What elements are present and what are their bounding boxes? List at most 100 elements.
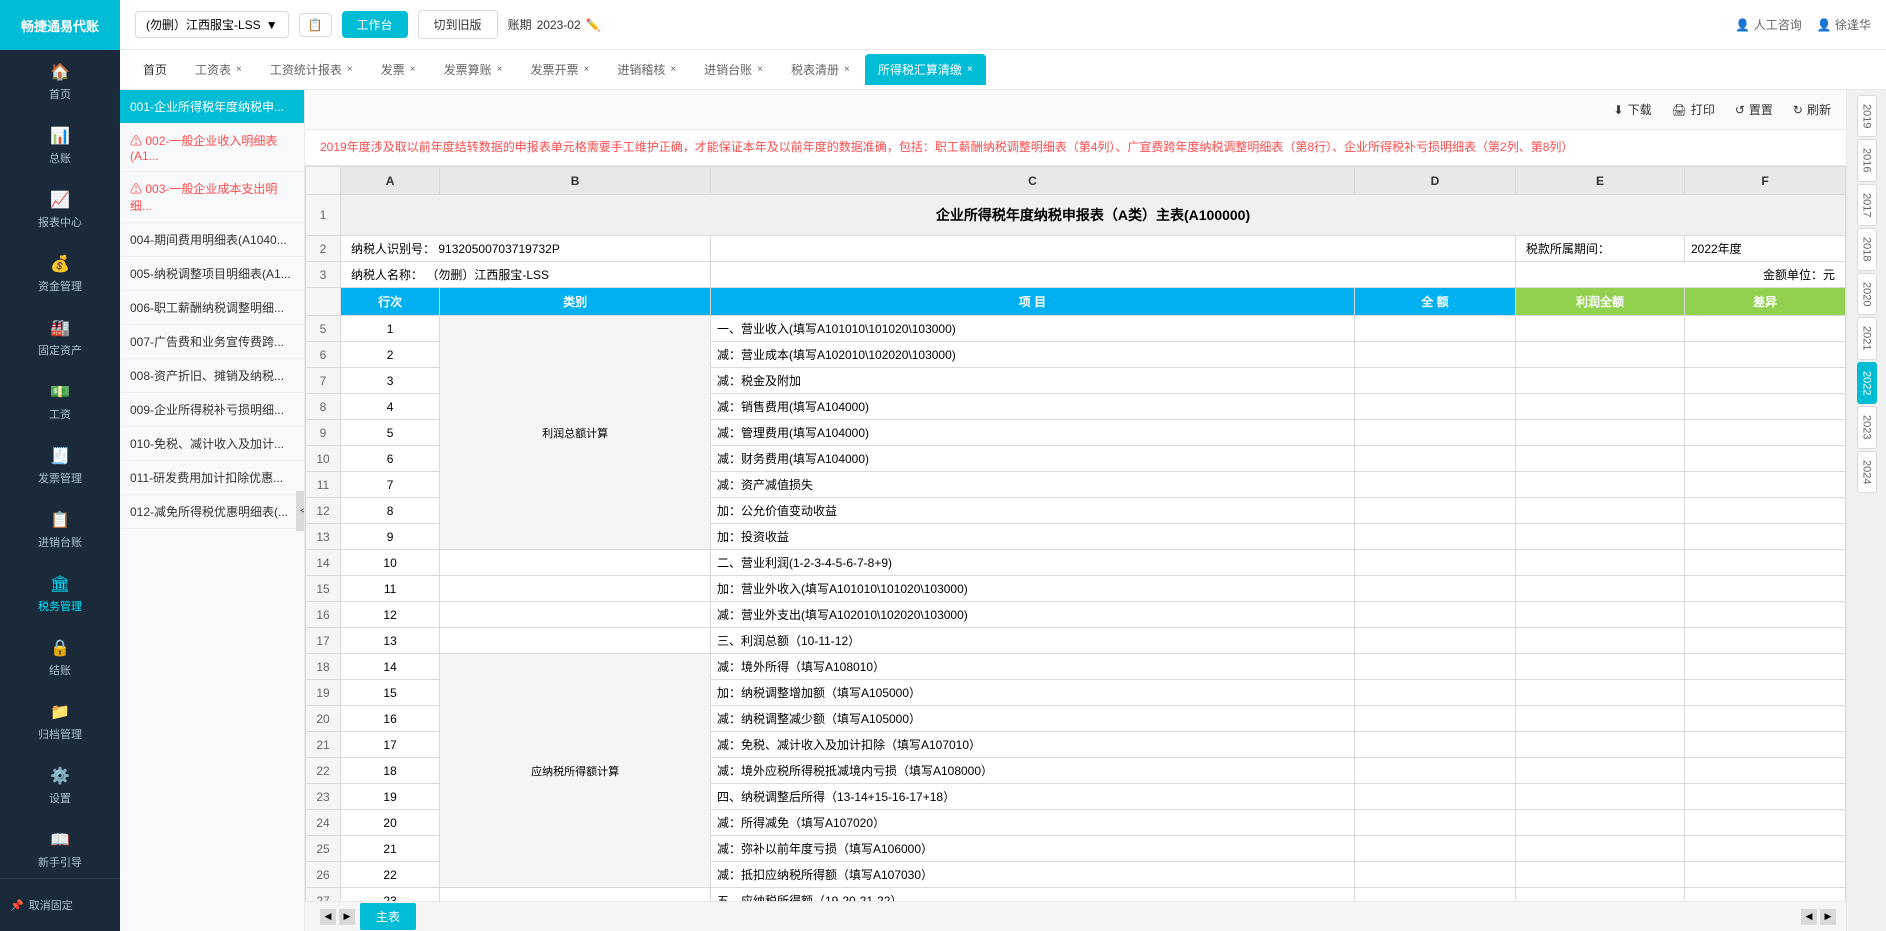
tab-close-active-icon[interactable]: × <box>967 64 973 75</box>
scroll-right-button[interactable]: ▶ <box>1820 909 1836 925</box>
tab-purchase-check[interactable]: 进销稽核 × <box>604 54 689 85</box>
error-icon: ⚠ <box>130 134 145 148</box>
sidebar-nav: 🏠 首页 📊 总账 📈 报表中心 💰 资金管理 🏭 固定资产 💵 工资 <box>0 50 120 878</box>
copy-button[interactable]: 📋 <box>299 13 332 37</box>
table-row: 14 10 二、营业利润(1-2-3-4-5-6-7-8+9) <box>306 550 1846 576</box>
col-header-c: C <box>710 167 1354 195</box>
table-row: 16 12 减：营业外支出(填写A102010\102020\103000) <box>306 602 1846 628</box>
sidebar-item-purchase[interactable]: 📋 进销台账 <box>0 498 120 562</box>
customer-service-button[interactable]: 👤 人工咨询 <box>1735 16 1801 33</box>
left-panel-item-label: 005-纳税调整项目明细表(A1... <box>130 267 291 281</box>
sidebar-item-tax[interactable]: 🏛 税务管理 <box>0 562 120 626</box>
tab-close-icon[interactable]: × <box>583 64 589 75</box>
tab-home-label: 首页 <box>143 61 167 78</box>
left-panel-item-004[interactable]: 004-期间费用明细表(A1040... <box>120 223 304 257</box>
refresh-icon: ↻ <box>1793 103 1803 117</box>
left-panel-item-002[interactable]: ⚠ 002-一般企业收入明细表(A1... <box>120 124 304 172</box>
year-2017[interactable]: 2017 <box>1857 184 1877 226</box>
tab-salary[interactable]: 工资表 × <box>182 54 255 85</box>
unpin-button[interactable]: 📌 取消固定 <box>5 889 115 921</box>
tab-salary-stat[interactable]: 工资统计报表 × <box>257 54 366 85</box>
left-panel-item-006[interactable]: 006-职工薪酬纳税调整明细... <box>120 291 304 325</box>
prev-sheet-button[interactable]: ◀ <box>320 909 336 925</box>
report-icon: 📈 <box>50 190 70 210</box>
left-panel-item-001[interactable]: 001-企业所得税年度纳税申... <box>120 90 304 124</box>
sidebar-item-guide[interactable]: 📖 新手引导 <box>0 818 120 878</box>
tab-close-icon[interactable]: × <box>497 64 503 75</box>
fund-icon: 💰 <box>50 254 70 274</box>
table-row: 15 11 加：营业外收入(填写A101010\101020\103000) <box>306 576 1846 602</box>
header-xiangmu: 项 目 <box>710 288 1354 316</box>
print-label: 打印 <box>1691 101 1715 118</box>
tab-invoice-calc[interactable]: 发票算账 × <box>431 54 516 85</box>
year-2018[interactable]: 2018 <box>1857 228 1877 270</box>
tab-salary-label: 工资表 <box>195 61 231 78</box>
switch-version-button[interactable]: 切到旧版 <box>418 10 498 39</box>
tab-invoice[interactable]: 发票 × <box>368 54 429 85</box>
company-selector[interactable]: (勿删）江西服宝-LSS ▼ <box>135 11 289 38</box>
refresh-button[interactable]: ↻ 刷新 <box>1793 101 1831 118</box>
assets-icon: 🏭 <box>50 318 70 338</box>
tab-close-icon[interactable]: × <box>844 64 850 75</box>
left-panel-item-007[interactable]: 007-广告费和业务宣传费跨... <box>120 325 304 359</box>
reset-button[interactable]: ↺ 置置 <box>1735 101 1773 118</box>
settings-icon: ⚙️ <box>50 766 70 786</box>
tab-close-icon[interactable]: × <box>236 64 242 75</box>
year-2020[interactable]: 2020 <box>1857 273 1877 315</box>
table-wrapper[interactable]: A B C D E F 1 企业所 <box>305 166 1846 901</box>
col-header-d: D <box>1354 167 1515 195</box>
sidebar-item-assets[interactable]: 🏭 固定资产 <box>0 306 120 370</box>
tab-tax-clear[interactable]: 税表清册 × <box>778 54 863 85</box>
year-2024[interactable]: 2024 <box>1857 451 1877 493</box>
year-2022[interactable]: 2022 <box>1857 362 1877 404</box>
tab-home[interactable]: 首页 <box>130 54 180 85</box>
year-2021[interactable]: 2021 <box>1857 317 1877 359</box>
sidebar-item-salary[interactable]: 💵 工资 <box>0 370 120 434</box>
download-button[interactable]: ⬇ 下载 <box>1614 101 1652 118</box>
print-button[interactable]: 🖨 打印 <box>1672 101 1715 118</box>
scroll-left-button[interactable]: ◀ <box>1801 909 1817 925</box>
tab-close-icon[interactable]: × <box>347 64 353 75</box>
tab-invoice-open[interactable]: 发票开票 × <box>517 54 602 85</box>
collapse-panel-button[interactable]: ◁ <box>296 491 305 531</box>
edit-period-icon[interactable]: ✏️ <box>586 18 601 32</box>
tab-close-icon[interactable]: × <box>670 64 676 75</box>
left-panel-item-label: 006-职工薪酬纳税调整明细... <box>130 301 284 315</box>
warning-text: 2019年度涉及取以前年度结转数据的申报表单元格需要手工维护正确，才能保证本年及… <box>320 140 1573 154</box>
refresh-label: 刷新 <box>1807 101 1831 118</box>
left-panel-item-005[interactable]: 005-纳税调整项目明细表(A1... <box>120 257 304 291</box>
sidebar-item-fund[interactable]: 💰 资金管理 <box>0 242 120 306</box>
sub-tab-main[interactable]: 主表 <box>360 903 416 930</box>
col-header-rownum <box>306 167 341 195</box>
ledger-icon: 📊 <box>50 126 70 146</box>
left-panel-item-012[interactable]: 012-减免所得税优惠明细表(... <box>120 495 304 529</box>
left-panel-item-008[interactable]: 008-资产折旧、摊销及纳税... <box>120 359 304 393</box>
left-panel-item-label: 008-资产折旧、摊销及纳税... <box>130 369 284 383</box>
sidebar-item-settings[interactable]: ⚙️ 设置 <box>0 754 120 818</box>
sidebar-item-close[interactable]: 🔒 结账 <box>0 626 120 690</box>
empty-cell <box>710 236 1515 262</box>
col-header-e: E <box>1515 167 1684 195</box>
sheet-nav-arrows: ◀ ▶ <box>320 909 355 925</box>
tab-close-icon[interactable]: × <box>410 64 416 75</box>
sidebar-item-archive[interactable]: 📁 归档管理 <box>0 690 120 754</box>
left-panel-item-011[interactable]: 011-研发费用加计扣除优惠... <box>120 461 304 495</box>
left-panel-item-009[interactable]: 009-企业所得税补亏损明细... <box>120 393 304 427</box>
tab-purchase-ledger[interactable]: 进销台账 × <box>691 54 776 85</box>
sidebar-item-home[interactable]: 🏠 首页 <box>0 50 120 114</box>
sidebar-item-ledger[interactable]: 📊 总账 <box>0 114 120 178</box>
tab-close-icon[interactable]: × <box>757 64 763 75</box>
year-2023[interactable]: 2023 <box>1857 406 1877 448</box>
left-panel-item-label: 002-一般企业收入明细表(A1... <box>130 134 277 163</box>
left-panel-item-010[interactable]: 010-免税、减计收入及加计... <box>120 427 304 461</box>
sidebar-item-invoice[interactable]: 🧾 发票管理 <box>0 434 120 498</box>
next-sheet-button[interactable]: ▶ <box>339 909 355 925</box>
work-station-button[interactable]: 工作台 <box>342 11 408 38</box>
left-panel-item-003[interactable]: ⚠ 003-一般企业成本支出明细... <box>120 172 304 223</box>
year-2019[interactable]: 2019 <box>1857 95 1877 137</box>
sidebar-item-report[interactable]: 📈 报表中心 <box>0 178 120 242</box>
year-2016[interactable]: 2016 <box>1857 139 1877 181</box>
sidebar-item-label: 总账 <box>49 150 71 166</box>
tab-income-tax[interactable]: 所得税汇算清缴 × <box>865 54 986 85</box>
left-panel-item-label: 004-期间费用明细表(A1040... <box>130 233 287 247</box>
